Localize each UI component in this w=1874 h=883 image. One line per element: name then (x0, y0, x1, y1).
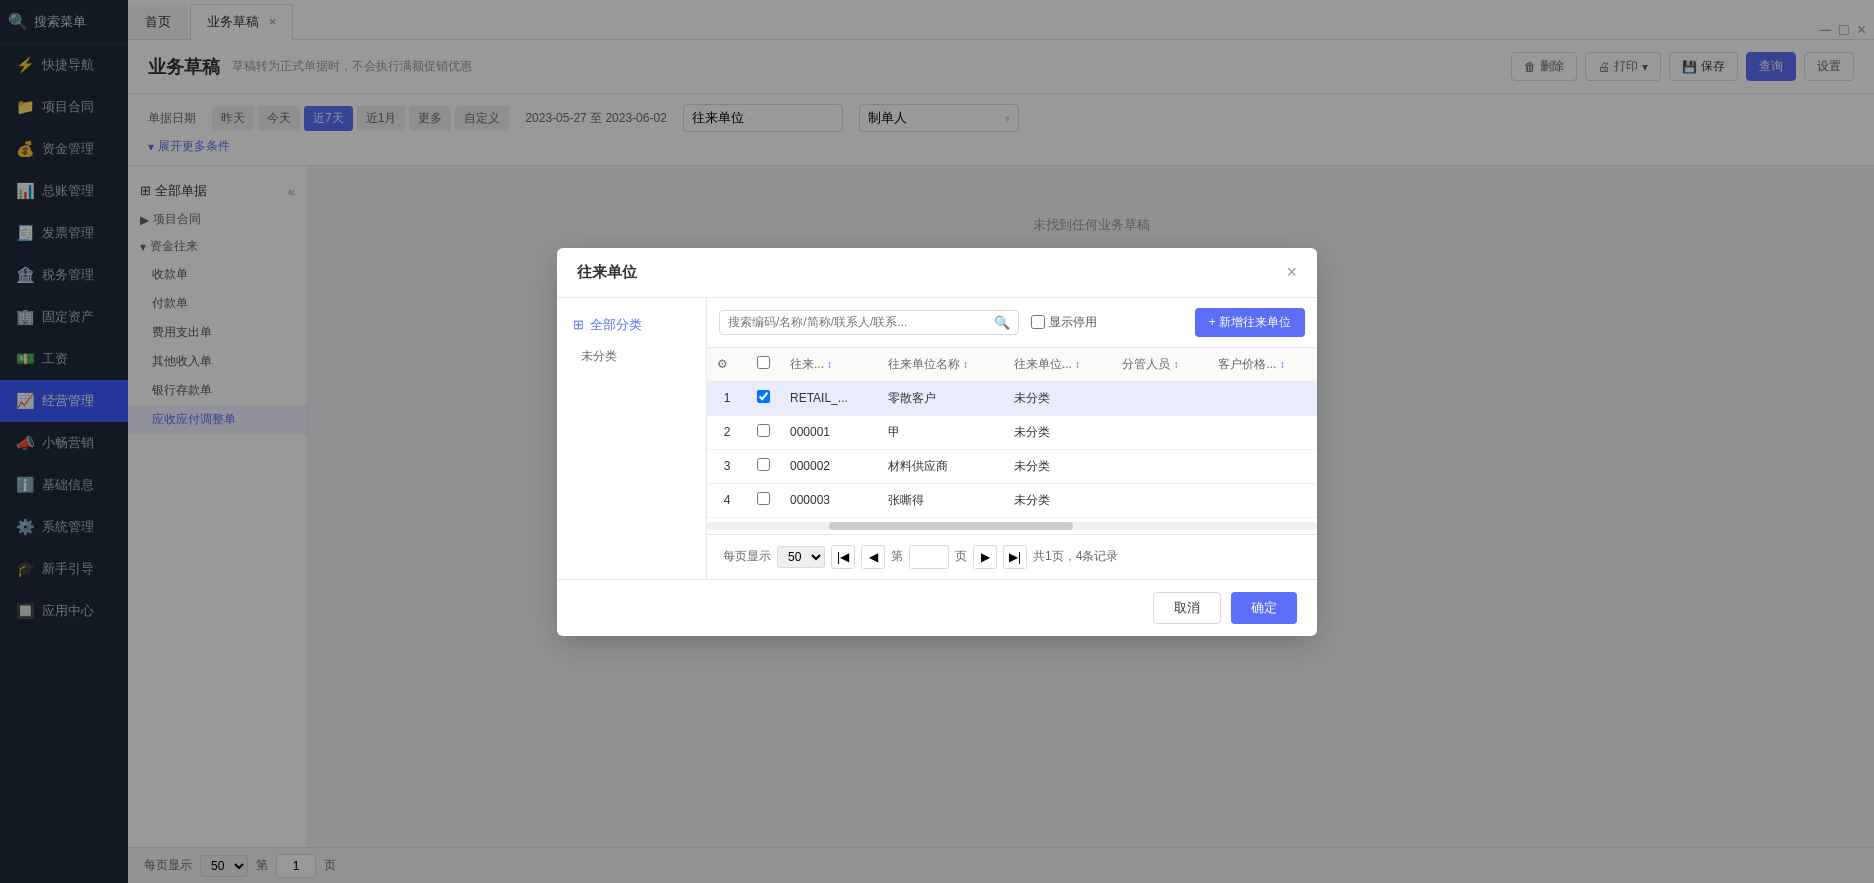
col-name: 往来单位名称 ↕ (878, 348, 1004, 382)
row-category: 未分类 (1004, 483, 1113, 517)
modal-sidebar-all[interactable]: ⊞ 全部分类 (557, 308, 706, 342)
select-all-checkbox[interactable] (757, 356, 770, 369)
modal-table-area: 🔍 显示停用 + 新增往来单位 ⚙ (707, 298, 1317, 579)
modal-pagination: 每页显示 50 |◀ ◀ 第 1 页 ▶ ▶| 共1页，4条记录 (707, 534, 1317, 579)
modal-footer: 取消 确定 (557, 579, 1317, 636)
modal-body: ⊞ 全部分类 未分类 🔍 显示停用 (557, 298, 1317, 579)
row-code: RETAIL_... (780, 381, 878, 415)
modal-partner-table: ⚙ 往来... ↕ 往来单位名称 ↕ 往来单位... ↕ 分管人员 ↕ 客户价格… (707, 348, 1317, 534)
show-disabled-label: 显示停用 (1049, 314, 1097, 331)
col-price: 客户价格... ↕ (1208, 348, 1317, 382)
row-manager (1112, 415, 1208, 449)
row-price (1208, 415, 1317, 449)
prev-page-button[interactable]: ◀ (861, 545, 885, 569)
row-category: 未分类 (1004, 415, 1113, 449)
grid-icon: ⊞ (573, 317, 584, 332)
row-price (1208, 381, 1317, 415)
modal-close-button[interactable]: × (1286, 262, 1297, 283)
col-manager: 分管人员 ↕ (1112, 348, 1208, 382)
row-code: 000002 (780, 449, 878, 483)
cancel-button[interactable]: 取消 (1153, 592, 1221, 624)
row-checkbox[interactable] (747, 449, 780, 483)
row-name: 甲 (878, 415, 1004, 449)
search-icon: 🔍 (994, 315, 1010, 330)
modal-title: 往来单位 (577, 263, 637, 282)
modal-sidebar: ⊞ 全部分类 未分类 (557, 298, 707, 579)
modal-header: 往来单位 × (557, 248, 1317, 298)
last-page-button[interactable]: ▶| (1003, 545, 1027, 569)
row-manager (1112, 381, 1208, 415)
partner-search-input[interactable] (728, 315, 990, 329)
row-num: 2 (707, 415, 747, 449)
row-name: 张嘶得 (878, 483, 1004, 517)
row-num: 3 (707, 449, 747, 483)
row-name: 零散客户 (878, 381, 1004, 415)
next-page-button[interactable]: ▶ (973, 545, 997, 569)
horizontal-scrollbar[interactable] (707, 522, 1317, 530)
row-checkbox[interactable] (747, 381, 780, 415)
table-header-row: ⚙ 往来... ↕ 往来单位名称 ↕ 往来单位... ↕ 分管人员 ↕ 客户价格… (707, 348, 1317, 382)
row-num: 1 (707, 381, 747, 415)
show-disabled-checkbox[interactable] (1031, 315, 1045, 329)
col-code: 往来... ↕ (780, 348, 878, 382)
col-checkbox (747, 348, 780, 382)
row-name: 材料供应商 (878, 449, 1004, 483)
row-code: 000003 (780, 483, 878, 517)
page-size-label: 每页显示 (723, 548, 771, 565)
partner-search-box[interactable]: 🔍 (719, 310, 1019, 335)
show-disabled-toggle[interactable]: 显示停用 (1031, 314, 1097, 331)
row-checkbox[interactable] (747, 415, 780, 449)
table-row[interactable]: 2 000001 甲 未分类 (707, 415, 1317, 449)
row-num: 4 (707, 483, 747, 517)
partner-modal: 往来单位 × ⊞ 全部分类 未分类 🔍 (557, 248, 1317, 636)
modal-overlay[interactable]: 往来单位 × ⊞ 全部分类 未分类 🔍 (0, 0, 1874, 883)
table-row[interactable]: 3 000002 材料供应商 未分类 (707, 449, 1317, 483)
row-price (1208, 483, 1317, 517)
modal-sidebar-unclassified[interactable]: 未分类 (557, 342, 706, 371)
row-manager (1112, 483, 1208, 517)
modal-table-body: 1 RETAIL_... 零散客户 未分类 2 000001 甲 未分类 3 0… (707, 381, 1317, 517)
row-price (1208, 449, 1317, 483)
modal-toolbar: 🔍 显示停用 + 新增往来单位 (707, 298, 1317, 348)
total-records: 共1页，4条记录 (1033, 548, 1118, 565)
modal-page-size[interactable]: 50 (777, 546, 825, 568)
table-row[interactable]: 4 000003 张嘶得 未分类 (707, 483, 1317, 517)
row-checkbox[interactable] (747, 483, 780, 517)
table-row[interactable]: 1 RETAIL_... 零散客户 未分类 (707, 381, 1317, 415)
confirm-button[interactable]: 确定 (1231, 592, 1297, 624)
row-category: 未分类 (1004, 381, 1113, 415)
add-partner-button[interactable]: + 新增往来单位 (1195, 308, 1305, 337)
col-category: 往来单位... ↕ (1004, 348, 1113, 382)
row-code: 000001 (780, 415, 878, 449)
row-manager (1112, 449, 1208, 483)
page-suffix: 页 (955, 548, 967, 565)
first-page-button[interactable]: |◀ (831, 545, 855, 569)
col-settings: ⚙ (707, 348, 747, 382)
row-category: 未分类 (1004, 449, 1113, 483)
current-page-input[interactable]: 1 (909, 545, 949, 569)
page-label: 第 (891, 548, 903, 565)
